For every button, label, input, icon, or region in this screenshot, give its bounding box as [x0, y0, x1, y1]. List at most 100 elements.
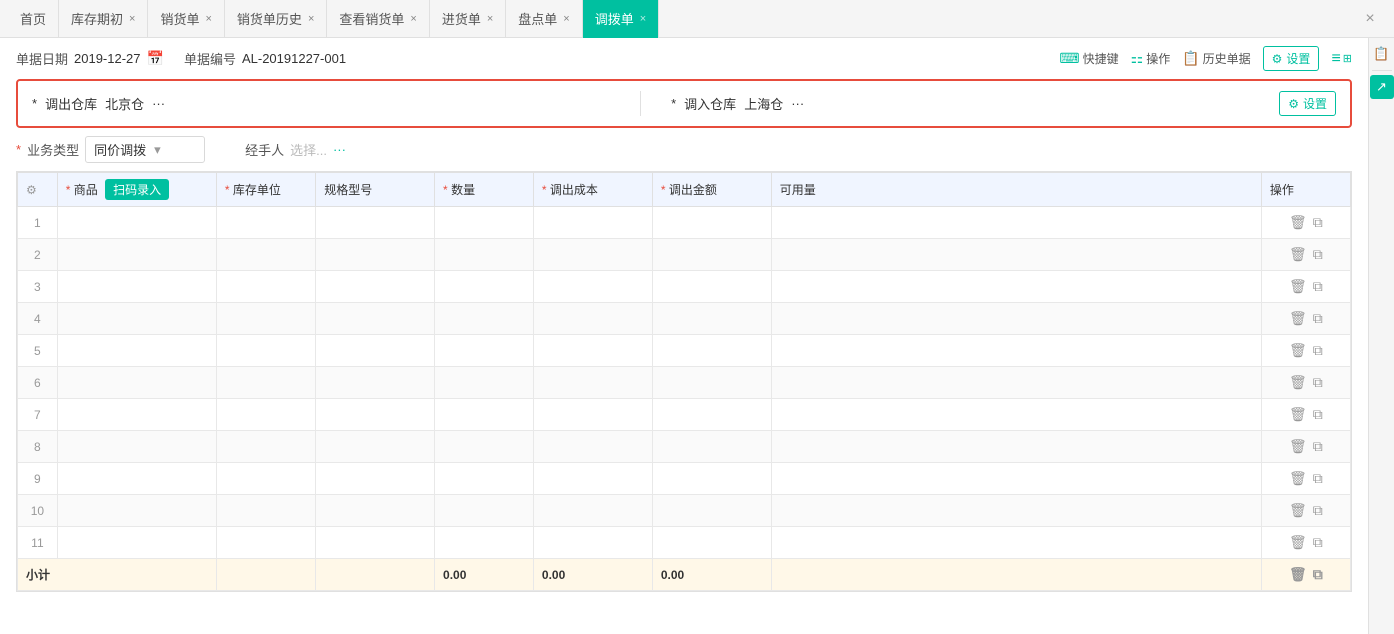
delete-icon[interactable]: 🗑	[1289, 470, 1307, 487]
row-product[interactable]	[57, 399, 216, 431]
copy-icon[interactable]: ⧉	[1313, 502, 1323, 519]
row-qty[interactable]	[435, 399, 534, 431]
list-view-button[interactable]: ≡ ⊞	[1331, 50, 1352, 68]
row-amount[interactable]	[652, 367, 771, 399]
tab-purchase-order[interactable]: 进货单 ×	[430, 0, 506, 38]
row-spec[interactable]	[316, 399, 435, 431]
row-unit[interactable]	[216, 303, 315, 335]
row-amount[interactable]	[652, 239, 771, 271]
row-qty[interactable]	[435, 431, 534, 463]
delete-icon[interactable]: 🗑	[1289, 214, 1307, 231]
row-available[interactable]	[771, 207, 1261, 239]
history-button[interactable]: 📋 历史单据	[1182, 50, 1250, 67]
row-cost[interactable]	[533, 335, 652, 367]
row-spec[interactable]	[316, 239, 435, 271]
row-unit[interactable]	[216, 463, 315, 495]
warehouse-settings-button[interactable]: ⚙ 设置	[1279, 91, 1336, 116]
tab-sales-order[interactable]: 销货单 ×	[148, 0, 224, 38]
handler-more[interactable]: ···	[333, 142, 346, 157]
row-spec[interactable]	[316, 335, 435, 367]
row-unit[interactable]	[216, 399, 315, 431]
row-amount[interactable]	[652, 271, 771, 303]
row-cost[interactable]	[533, 527, 652, 559]
delete-icon[interactable]: 🗑	[1289, 534, 1307, 551]
delete-icon[interactable]: 🗑	[1289, 502, 1307, 519]
row-available[interactable]	[771, 399, 1261, 431]
gear-icon[interactable]: ⚙	[26, 183, 37, 197]
row-cost[interactable]	[533, 399, 652, 431]
sidebar-expand-icon[interactable]: ↗	[1370, 75, 1394, 99]
row-spec[interactable]	[316, 303, 435, 335]
handler-select[interactable]: 选择...	[290, 140, 327, 159]
row-unit[interactable]	[216, 239, 315, 271]
row-qty[interactable]	[435, 367, 534, 399]
row-spec[interactable]	[316, 271, 435, 303]
copy-icon[interactable]: ⧉	[1313, 534, 1323, 551]
out-warehouse-value[interactable]: 北京仓	[105, 94, 144, 113]
tab-view-sales[interactable]: 查看销货单 ×	[327, 0, 429, 38]
row-available[interactable]	[771, 271, 1261, 303]
delete-icon[interactable]: 🗑	[1289, 342, 1307, 359]
copy-icon[interactable]: ⧉	[1313, 278, 1323, 295]
row-available[interactable]	[771, 335, 1261, 367]
row-product[interactable]	[57, 431, 216, 463]
row-spec[interactable]	[316, 495, 435, 527]
row-product[interactable]	[57, 303, 216, 335]
subtotal-delete-icon[interactable]: 🗑	[1289, 566, 1307, 583]
row-product[interactable]	[57, 367, 216, 399]
row-cost[interactable]	[533, 239, 652, 271]
sidebar-notes-icon[interactable]: 📋	[1370, 42, 1394, 66]
row-spec[interactable]	[316, 207, 435, 239]
copy-icon[interactable]: ⧉	[1313, 310, 1323, 327]
business-type-select[interactable]: 同价调拨 ▾	[85, 136, 205, 163]
row-cost[interactable]	[533, 303, 652, 335]
row-qty[interactable]	[435, 335, 534, 367]
row-available[interactable]	[771, 239, 1261, 271]
row-amount[interactable]	[652, 527, 771, 559]
in-warehouse-more[interactable]: ···	[791, 96, 804, 111]
tab-transfer-order-close[interactable]: ×	[640, 13, 646, 25]
calendar-icon[interactable]: 📅	[147, 50, 164, 67]
row-cost[interactable]	[533, 367, 652, 399]
tab-purchase-order-close[interactable]: ×	[487, 13, 493, 25]
copy-icon[interactable]: ⧉	[1313, 470, 1323, 487]
tab-inventory-check[interactable]: 盘点单 ×	[506, 0, 582, 38]
table-scroll[interactable]: ⚙ * 商品 扫码录入 * 库存单位	[17, 172, 1351, 591]
row-unit[interactable]	[216, 271, 315, 303]
copy-icon[interactable]: ⧉	[1313, 438, 1323, 455]
tab-inventory-init-close[interactable]: ×	[129, 13, 135, 25]
row-available[interactable]	[771, 495, 1261, 527]
row-qty[interactable]	[435, 463, 534, 495]
delete-icon[interactable]: 🗑	[1289, 278, 1307, 295]
row-available[interactable]	[771, 463, 1261, 495]
row-product[interactable]	[57, 271, 216, 303]
row-unit[interactable]	[216, 335, 315, 367]
row-product[interactable]	[57, 335, 216, 367]
row-available[interactable]	[771, 303, 1261, 335]
tab-inventory-check-close[interactable]: ×	[563, 13, 569, 25]
row-product[interactable]	[57, 495, 216, 527]
copy-icon[interactable]: ⧉	[1313, 214, 1323, 231]
row-cost[interactable]	[533, 495, 652, 527]
row-unit[interactable]	[216, 527, 315, 559]
row-cost[interactable]	[533, 463, 652, 495]
row-amount[interactable]	[652, 495, 771, 527]
row-qty[interactable]	[435, 271, 534, 303]
tab-sales-history[interactable]: 销货单历史 ×	[225, 0, 327, 38]
window-close-button[interactable]: ×	[1354, 3, 1386, 35]
copy-icon[interactable]: ⧉	[1313, 374, 1323, 391]
row-cost[interactable]	[533, 207, 652, 239]
row-cost[interactable]	[533, 431, 652, 463]
row-spec[interactable]	[316, 367, 435, 399]
row-amount[interactable]	[652, 335, 771, 367]
copy-icon[interactable]: ⧉	[1313, 406, 1323, 423]
row-qty[interactable]	[435, 303, 534, 335]
settings-button[interactable]: ⚙ 设置	[1263, 46, 1320, 71]
out-warehouse-more[interactable]: ···	[152, 96, 165, 111]
scan-button[interactable]: 扫码录入	[105, 179, 169, 200]
tab-sales-history-close[interactable]: ×	[308, 13, 314, 25]
subtotal-copy-icon[interactable]: ⧉	[1313, 566, 1323, 583]
delete-icon[interactable]: 🗑	[1289, 310, 1307, 327]
date-value[interactable]: 2019-12-27	[74, 51, 141, 66]
delete-icon[interactable]: 🗑	[1289, 438, 1307, 455]
